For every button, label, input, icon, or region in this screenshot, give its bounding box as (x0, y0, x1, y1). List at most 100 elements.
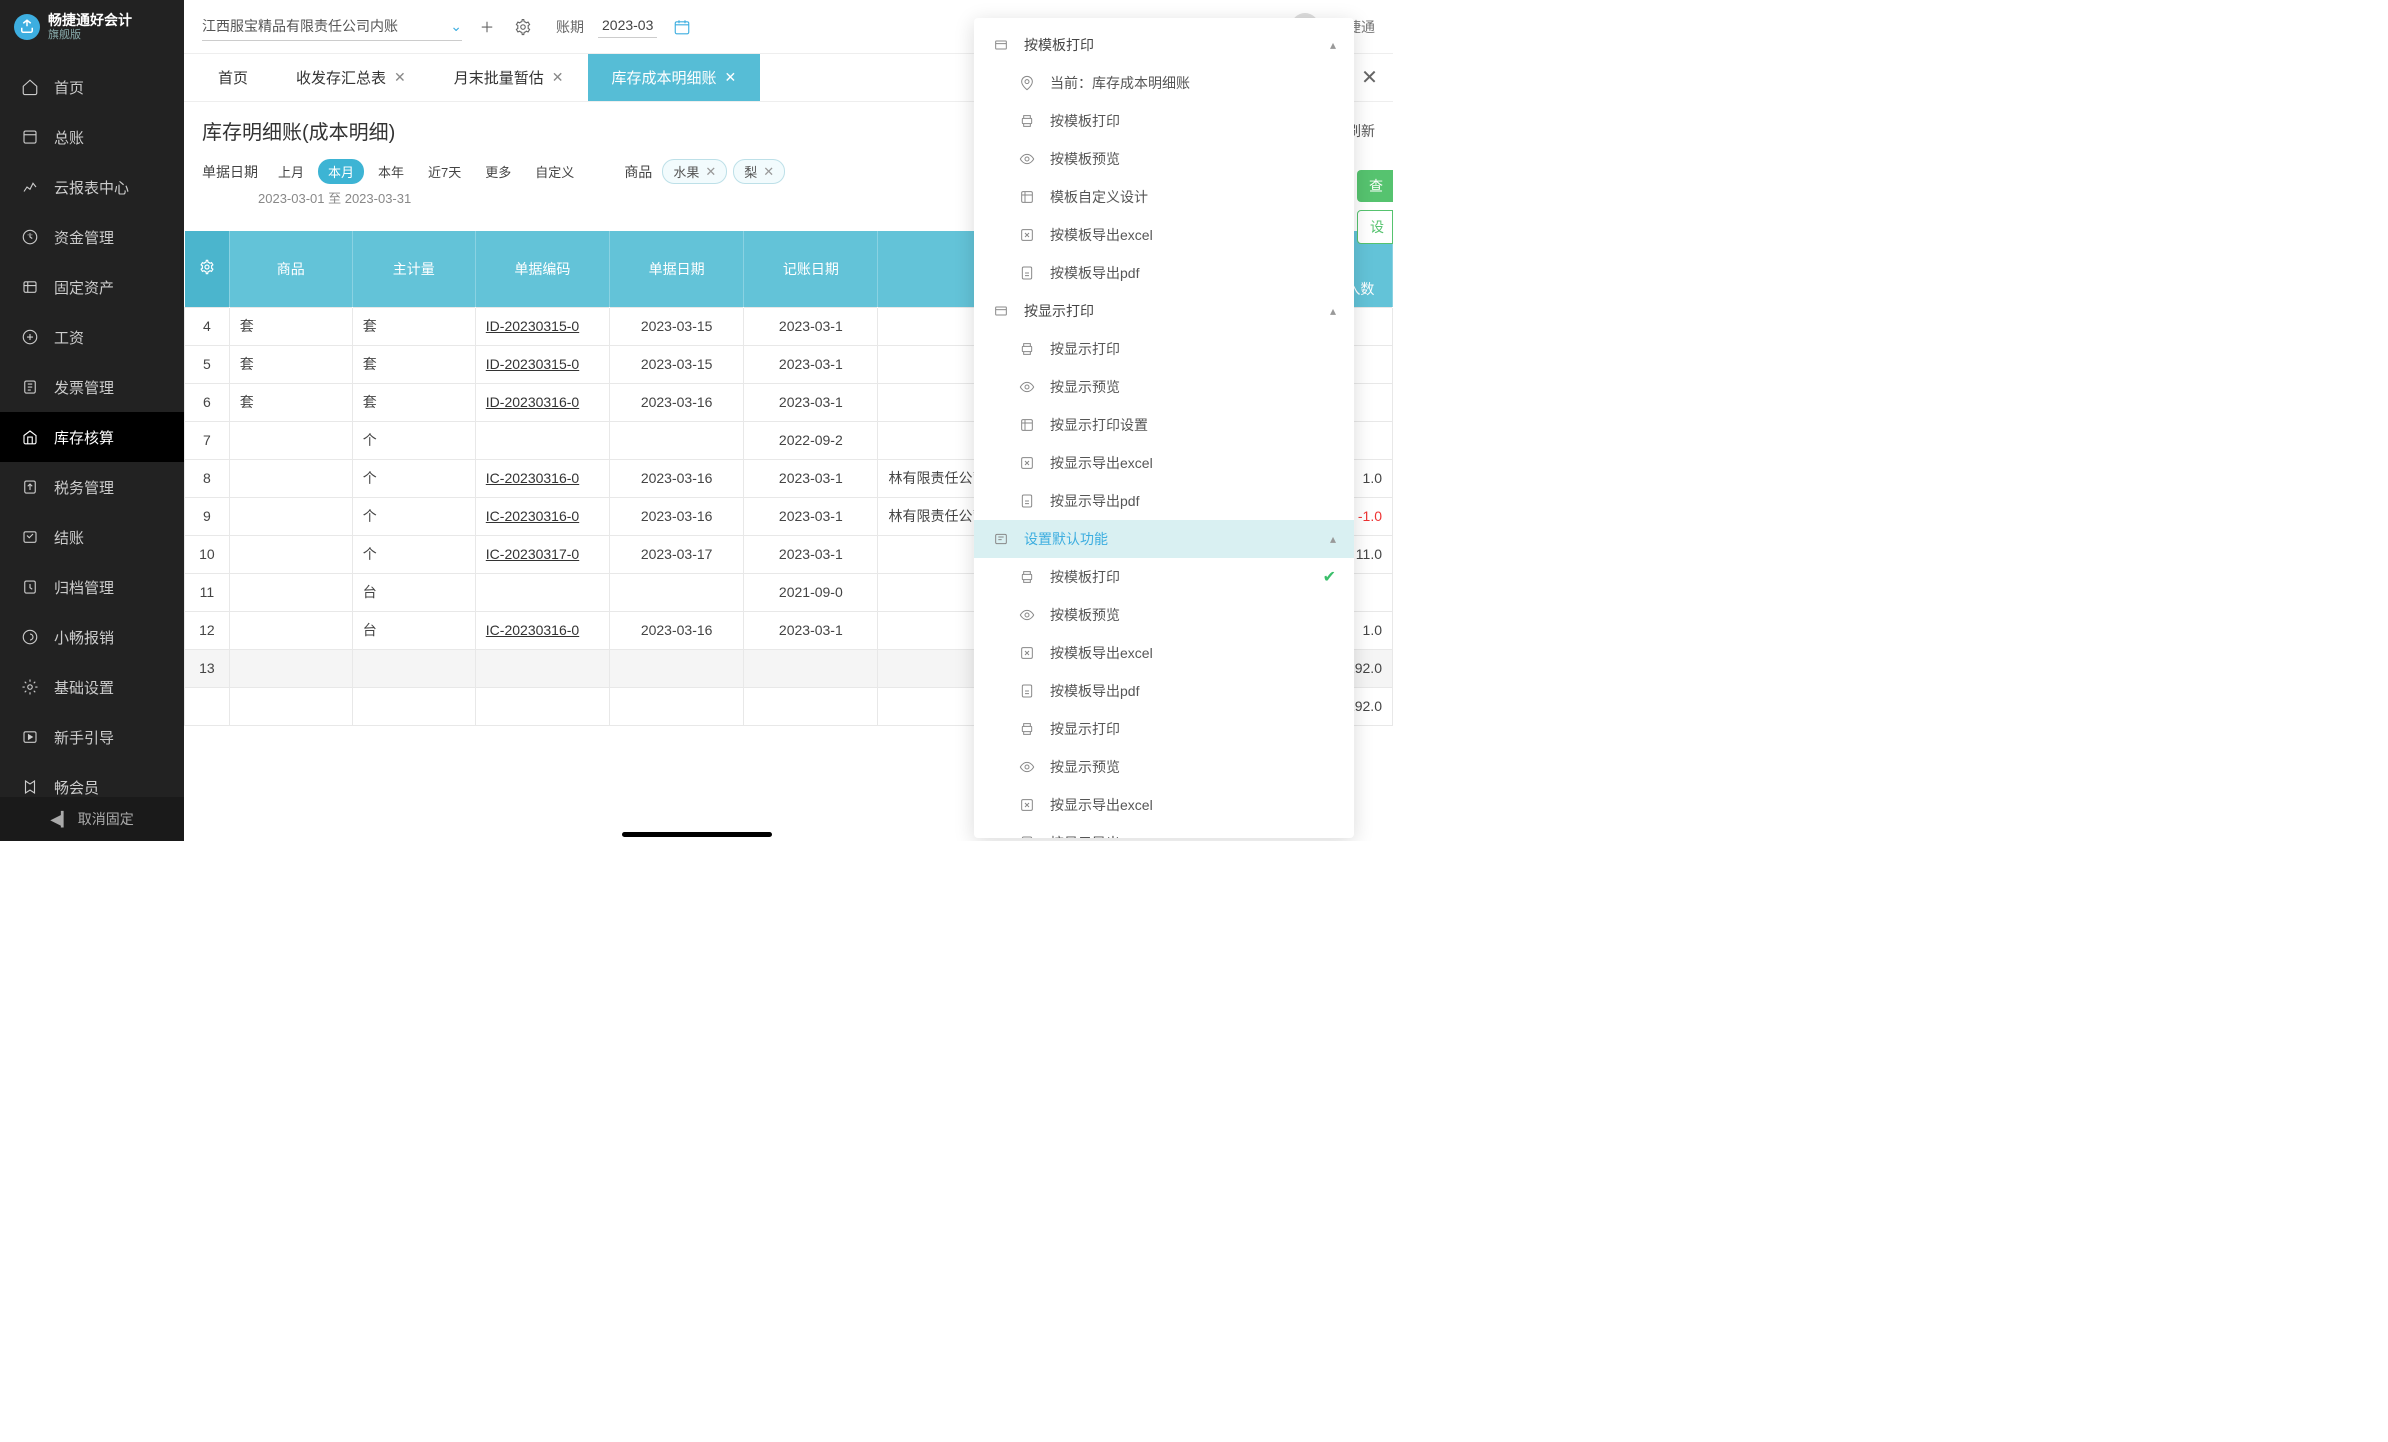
date-range-4[interactable]: 更多 (475, 159, 521, 184)
cell-doc: IC-20230317-0 (475, 535, 609, 573)
date-range-3[interactable]: 近7天 (418, 159, 471, 184)
sidebar-item-11[interactable]: 小畅报销 (0, 612, 184, 662)
dd-item-1-0[interactable]: 按显示打印 (974, 330, 1354, 368)
dd-item-0-4[interactable]: 按模板导出excel (974, 216, 1354, 254)
product-chip-0[interactable]: 水果✕ (662, 159, 727, 184)
cell-product: 套 (229, 383, 352, 421)
dd-group-0[interactable]: 按模板打印▴ (974, 26, 1354, 64)
dd-item-1-4[interactable]: 按显示导出pdf (974, 482, 1354, 520)
doc-link[interactable]: IC-20230316-0 (486, 622, 579, 638)
dd-item-0-1[interactable]: 按模板打印 (974, 102, 1354, 140)
tab-1[interactable]: 收发存汇总表✕ (272, 54, 430, 101)
sidebar-item-12[interactable]: 基础设置 (0, 662, 184, 712)
sidebar-item-13[interactable]: 新手引导 (0, 712, 184, 762)
sidebar-item-4[interactable]: 固定资产 (0, 262, 184, 312)
col-unit[interactable]: 主计量 (352, 231, 475, 307)
cell-doc: ID-20230316-0 (475, 383, 609, 421)
dd-item-1-2[interactable]: 按显示打印设置 (974, 406, 1354, 444)
dd-item-icon (1018, 264, 1036, 282)
chip-remove-icon[interactable]: ✕ (705, 164, 716, 180)
tab-0[interactable]: 首页 (194, 54, 272, 101)
dd-item-0-2[interactable]: 按模板预览 (974, 140, 1354, 178)
col-docdate[interactable]: 单据日期 (610, 231, 744, 307)
company-select[interactable]: 江西服宝精品有限责任公司内账 ⌄ (202, 16, 462, 41)
tab-close-icon[interactable]: ✕ (394, 69, 406, 86)
sidebar-item-1[interactable]: 总账 (0, 112, 184, 162)
dd-item-0-3[interactable]: 模板自定义设计 (974, 178, 1354, 216)
calendar-icon[interactable] (671, 16, 693, 38)
sidebar-item-6[interactable]: 发票管理 (0, 362, 184, 412)
sidebar-item-7[interactable]: 库存核算 (0, 412, 184, 462)
nav-icon (20, 527, 40, 547)
tab-close-icon[interactable]: ✕ (725, 69, 737, 86)
sidebar-item-10[interactable]: 归档管理 (0, 562, 184, 612)
date-range-1[interactable]: 本月 (318, 159, 364, 184)
side-query-button[interactable]: 查 (1357, 170, 1393, 202)
sidebar-item-label: 发票管理 (54, 377, 114, 398)
dd-item-icon (1018, 150, 1036, 168)
sidebar-item-9[interactable]: 结账 (0, 512, 184, 562)
product-chip-1[interactable]: 梨✕ (733, 159, 785, 184)
tab-3[interactable]: 库存成本明细账✕ (588, 54, 761, 101)
dd-item-0-5[interactable]: 按模板导出pdf (974, 254, 1354, 292)
row-config-icon[interactable] (185, 231, 230, 307)
dd-group-1[interactable]: 按显示打印▴ (974, 292, 1354, 330)
dd-item-icon (1018, 112, 1036, 130)
date-range-0[interactable]: 上月 (268, 159, 314, 184)
sidebar-item-5[interactable]: 工资 (0, 312, 184, 362)
sidebar-item-3[interactable]: 资金管理 (0, 212, 184, 262)
dd-group-2[interactable]: 设置默认功能▴ (974, 520, 1354, 558)
dd-item-2-2[interactable]: 按模板导出excel (974, 634, 1354, 672)
doc-link[interactable]: ID-20230316-0 (486, 394, 579, 410)
doc-link[interactable]: IC-20230316-0 (486, 508, 579, 524)
dd-item-0-0[interactable]: 当前：库存成本明细账 (974, 64, 1354, 102)
cell-unit: 个 (352, 421, 475, 459)
sidebar-item-label: 云报表中心 (54, 177, 129, 198)
tab-2[interactable]: 月末批量暂估 ✕ (430, 54, 588, 101)
col-postdate[interactable]: 记账日期 (744, 231, 878, 307)
side-settings-button[interactable]: 设 (1357, 210, 1393, 244)
sidebar-nav: 首页总账云报表中心资金管理固定资产工资发票管理库存核算税务管理结账归档管理小畅报… (0, 54, 184, 797)
dd-item-2-6[interactable]: 按显示导出excel (974, 786, 1354, 824)
add-icon[interactable] (476, 16, 498, 38)
date-range-2[interactable]: 本年 (368, 159, 414, 184)
dd-item-1-3[interactable]: 按显示导出excel (974, 444, 1354, 482)
dd-item-2-4[interactable]: 按显示打印 (974, 710, 1354, 748)
cell-product (229, 497, 352, 535)
sidebar-item-8[interactable]: 税务管理 (0, 462, 184, 512)
cell-seq: 5 (185, 345, 230, 383)
col-doc[interactable]: 单据编码 (475, 231, 609, 307)
dd-item-1-1[interactable]: 按显示预览 (974, 368, 1354, 406)
date-range-5[interactable]: 自定义 (525, 159, 584, 184)
col-product[interactable]: 商品 (229, 231, 352, 307)
doc-link[interactable]: ID-20230315-0 (486, 318, 579, 334)
tab-close-icon[interactable]: ✕ (552, 69, 564, 86)
cell-doc (475, 649, 609, 687)
doc-link[interactable]: IC-20230316-0 (486, 470, 579, 486)
period-value[interactable]: 2023-03 (598, 15, 657, 38)
cell-seq: 10 (185, 535, 230, 573)
sidebar-item-0[interactable]: 首页 (0, 62, 184, 112)
dd-item-2-0[interactable]: 按模板打印✔ (974, 558, 1354, 596)
cell-seq: 11 (185, 573, 230, 611)
dd-item-2-3[interactable]: 按模板导出pdf (974, 672, 1354, 710)
dd-item-2-7[interactable]: 按显示导出pdf (974, 824, 1354, 838)
doc-link[interactable]: IC-20230317-0 (486, 546, 579, 562)
dd-item-2-1[interactable]: 按模板预览 (974, 596, 1354, 634)
cell-unit: 个 (352, 459, 475, 497)
sidebar-item-label: 工资 (54, 327, 84, 348)
dd-item-2-5[interactable]: 按显示预览 (974, 748, 1354, 786)
cell-docdate: 2023-03-16 (610, 459, 744, 497)
chip-remove-icon[interactable]: ✕ (763, 164, 774, 180)
tab-label: 月末批量暂估 (454, 67, 544, 88)
nav-icon (20, 627, 40, 647)
sidebar-item-14[interactable]: 畅会员 (0, 762, 184, 797)
gear-icon[interactable] (512, 16, 534, 38)
dd-item-icon (1018, 682, 1036, 700)
dd-item-label: 按模板预览 (1050, 605, 1120, 625)
sidebar: 畅捷通好会计 旗舰版 首页总账云报表中心资金管理固定资产工资发票管理库存核算税务… (0, 0, 184, 841)
sidebar-item-2[interactable]: 云报表中心 (0, 162, 184, 212)
dd-item-icon (1018, 758, 1036, 776)
doc-link[interactable]: ID-20230315-0 (486, 356, 579, 372)
sidebar-unpin[interactable]: ◀▎ 取消固定 (0, 797, 184, 841)
